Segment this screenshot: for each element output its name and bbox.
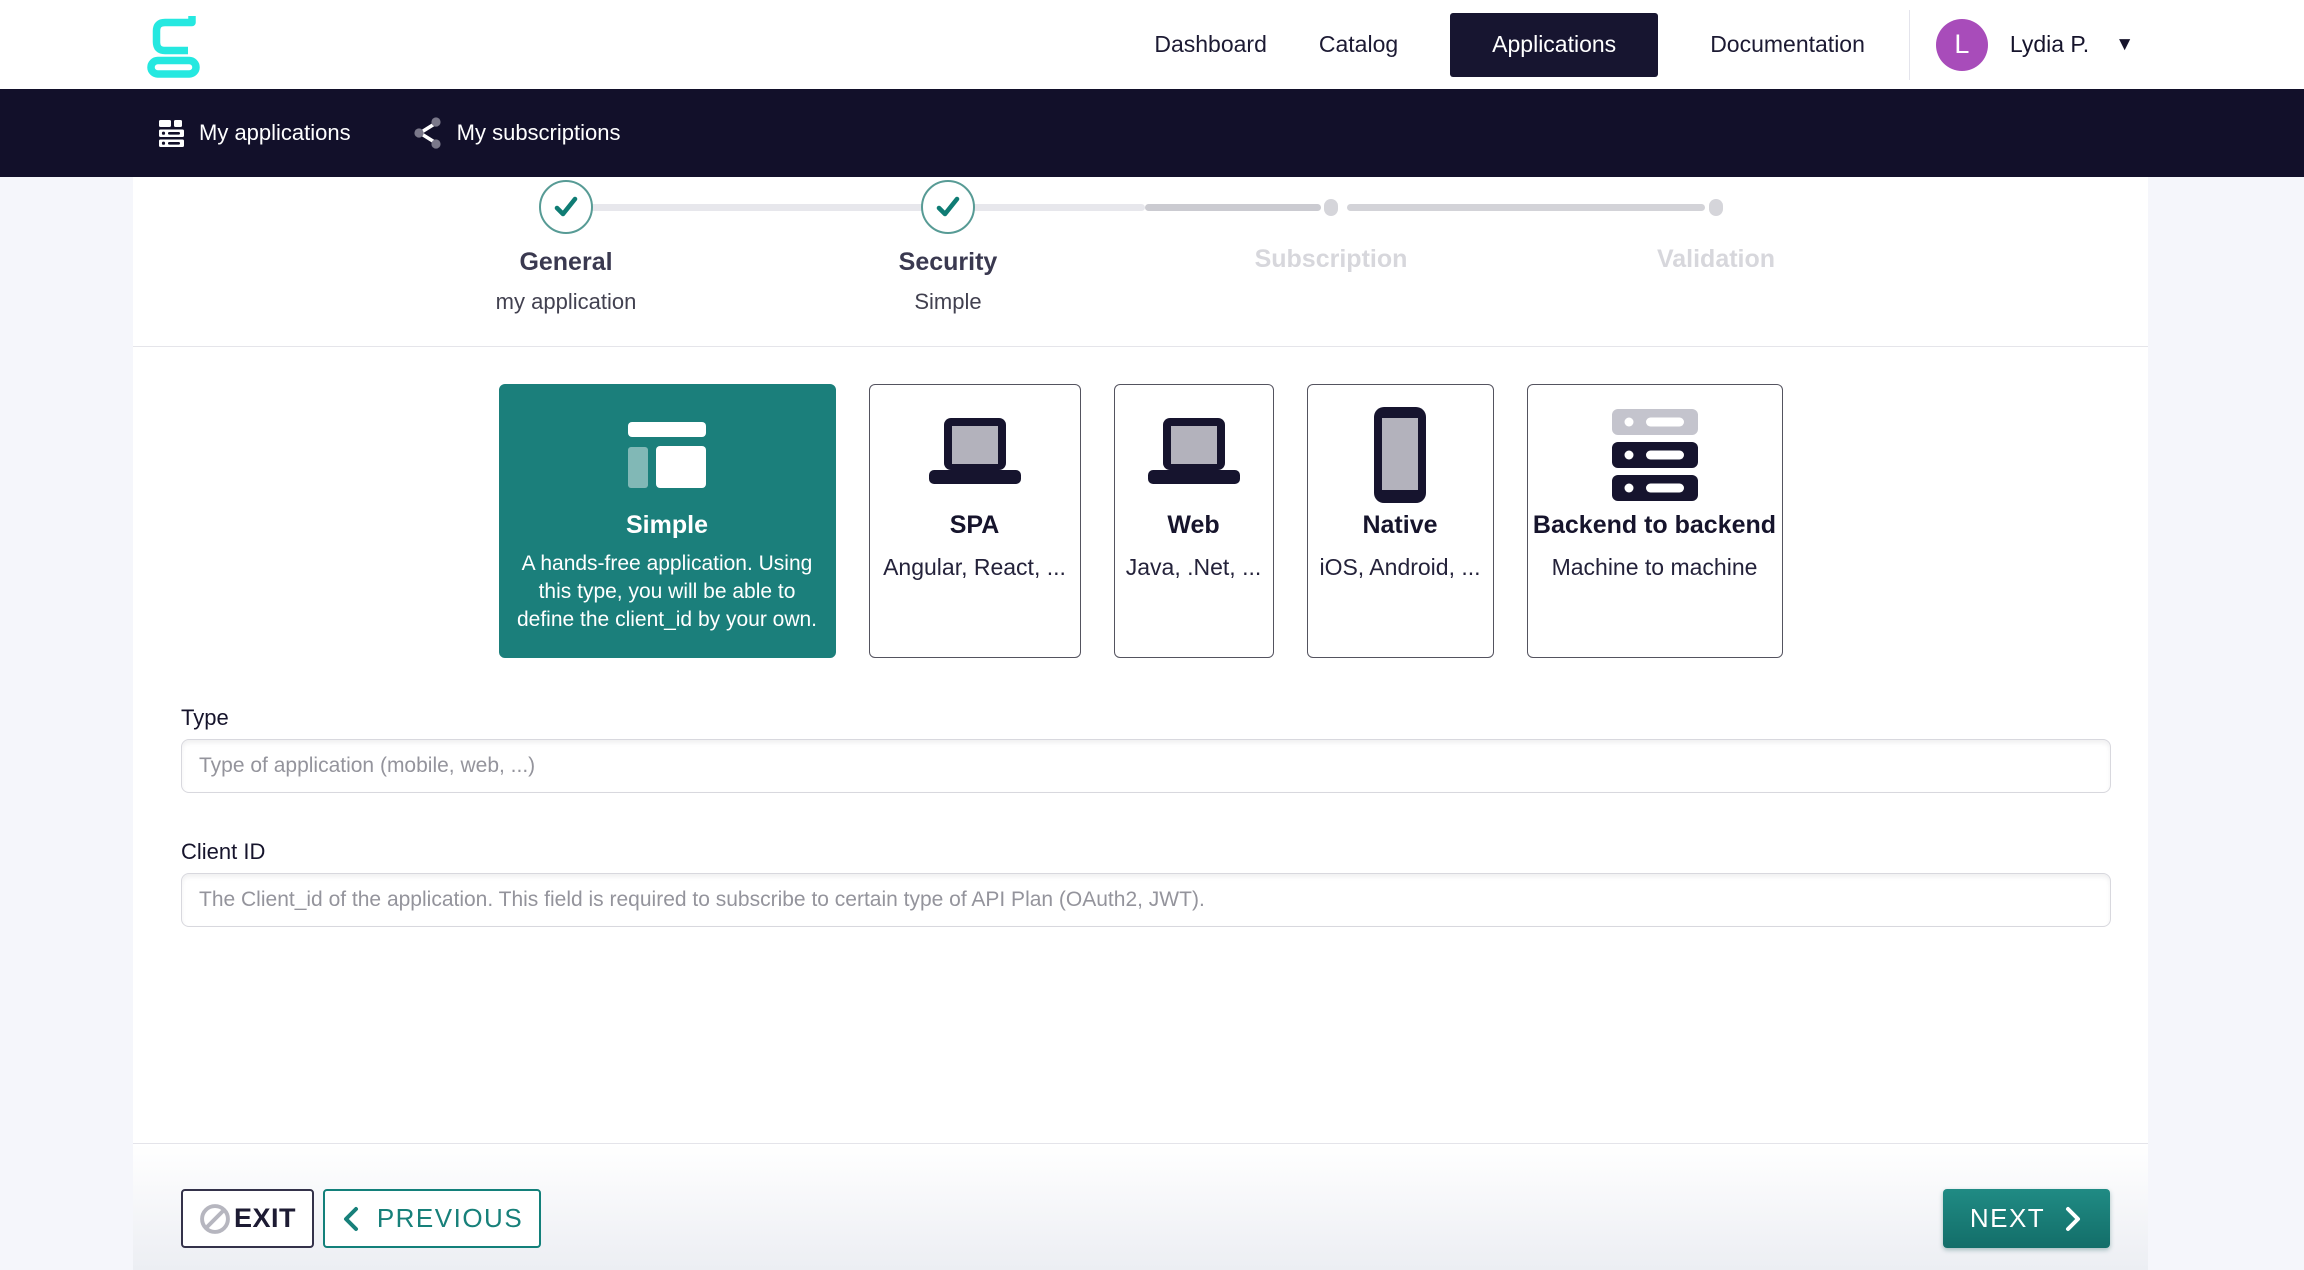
card-web-title: Web [1167,511,1219,540]
gravitee-logo[interactable] [146,12,200,78]
main-nav: Dashboard Catalog Applications Documenta… [1154,13,1865,77]
step-subscription[interactable]: Subscription [1171,177,1491,274]
client-id-input[interactable] [181,873,2111,927]
step-security[interactable]: Security Simple [788,177,1108,315]
subnav-my-applications-label: My applications [199,120,351,146]
card-web[interactable]: Web Java, .Net, ... [1114,384,1274,658]
check-icon [552,194,580,220]
nav-documentation[interactable]: Documentation [1710,31,1865,58]
nav-dashboard[interactable]: Dashboard [1154,31,1267,58]
user-name[interactable]: Lydia P. [2010,31,2089,58]
chevron-down-icon[interactable]: ▼ [2115,34,2134,56]
wizard-content: General my application Security Simple S… [133,177,2148,1270]
card-native[interactable]: Native iOS, Android, ... [1307,384,1494,658]
step-subscription-label: Subscription [1171,245,1491,274]
card-simple-title: Simple [626,511,708,540]
card-web-subtitle: Java, .Net, ... [1126,554,1262,581]
card-spa-subtitle: Angular, React, ... [883,554,1066,581]
dashboard-layout-icon [628,407,706,503]
subnav-my-subscriptions[interactable]: My subscriptions [413,116,621,150]
chevron-right-icon [2063,1205,2083,1233]
next-button[interactable]: NEXT [1943,1189,2110,1248]
subnav-my-applications[interactable]: My applications [158,119,351,148]
card-simple[interactable]: Simple A hands-free application. Using t… [499,384,836,658]
exit-button-label: EXIT [234,1203,296,1234]
smartphone-icon [1374,407,1426,503]
card-backend-to-backend[interactable]: Backend to backend Machine to machine [1527,384,1783,658]
type-input[interactable] [181,739,2111,793]
client-id-label: Client ID [181,839,2111,865]
ban-icon [199,1203,231,1235]
stepper: General my application Security Simple S… [133,177,2148,347]
nav-applications[interactable]: Applications [1450,13,1658,77]
card-native-subtitle: iOS, Android, ... [1319,554,1480,581]
step-security-sublabel: Simple [788,289,1108,315]
subnav-my-subscriptions-label: My subscriptions [457,120,621,146]
step-general-sublabel: my application [406,289,726,315]
next-button-label: NEXT [1970,1203,2045,1234]
step-general-check-circle [539,180,593,234]
type-label: Type [181,705,2111,731]
step-security-label: Security [788,248,1108,277]
wizard-footer: EXIT PREVIOUS NEXT [133,1143,2148,1270]
card-spa[interactable]: SPA Angular, React, ... [869,384,1081,658]
step-security-check-circle [921,180,975,234]
chevron-left-icon [341,1205,361,1233]
type-field: Type [181,705,2111,793]
server-stack-icon [1612,407,1698,503]
laptop-icon [929,407,1021,503]
sub-nav: My applications My subscriptions [0,89,2304,177]
card-native-title: Native [1362,511,1437,540]
applications-server-icon [158,119,185,148]
nav-divider [1909,10,1910,80]
card-backend-title: Backend to backend [1533,511,1776,540]
nav-catalog[interactable]: Catalog [1319,31,1398,58]
card-simple-description: A hands-free application. Using this typ… [500,550,835,634]
share-icon [413,116,443,150]
step-general[interactable]: General my application [406,177,726,315]
client-id-field: Client ID [181,839,2111,927]
security-type-cards: Simple A hands-free application. Using t… [133,347,2148,658]
step-validation-label: Validation [1556,245,1876,274]
security-form: Type Client ID [133,705,2148,927]
card-spa-title: SPA [950,511,1000,540]
avatar[interactable]: L [1936,19,1988,71]
exit-button[interactable]: EXIT [181,1189,314,1248]
step-general-label: General [406,248,726,277]
step-validation[interactable]: Validation [1556,177,1876,274]
card-backend-subtitle: Machine to machine [1552,554,1758,581]
previous-button[interactable]: PREVIOUS [323,1189,541,1248]
previous-button-label: PREVIOUS [377,1203,523,1234]
top-nav: Dashboard Catalog Applications Documenta… [0,0,2304,89]
check-icon [934,194,962,220]
laptop-icon [1148,407,1240,503]
